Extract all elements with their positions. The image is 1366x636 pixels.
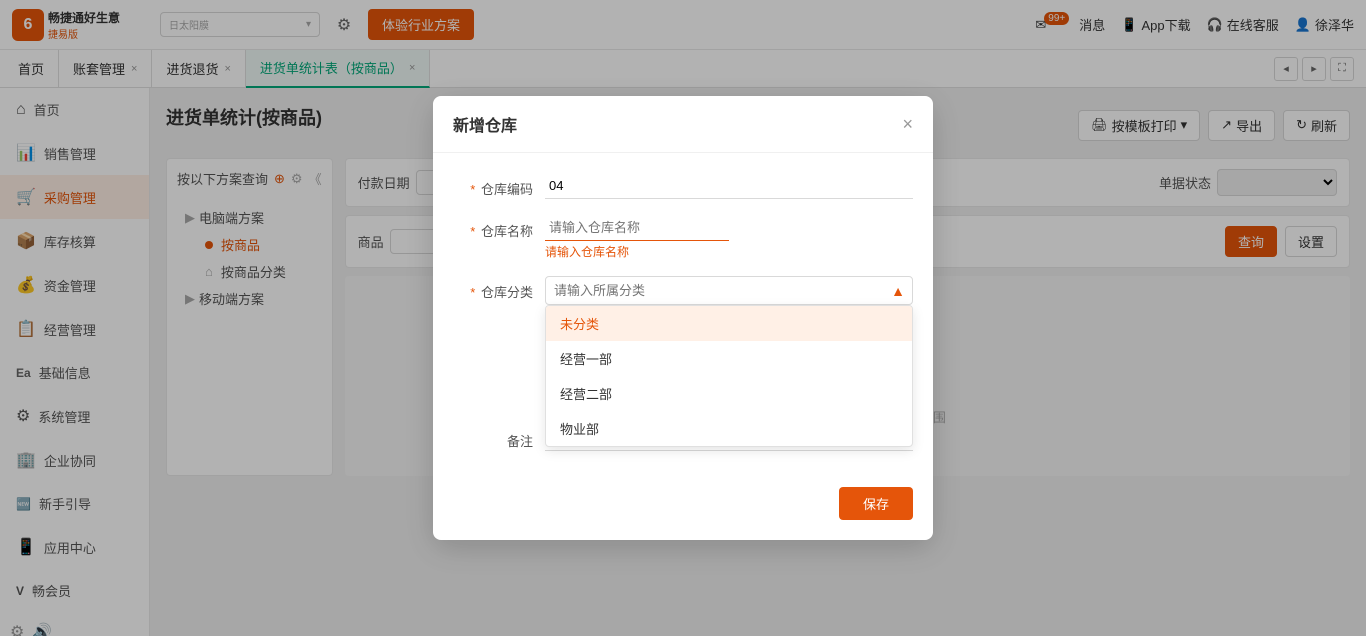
form-row-code: * 仓库编码 (453, 173, 913, 199)
name-label: * 仓库名称 (453, 215, 533, 240)
modal-title: 新增仓库 (453, 112, 517, 136)
category-dropdown: 未分类 经营一部 经营二部 物业部 (545, 305, 913, 447)
category-input[interactable] (545, 276, 913, 305)
name-error-msg: 请输入仓库名称 (545, 243, 913, 260)
save-button[interactable]: 保存 (839, 487, 913, 520)
category-select-wrap: ▲ 未分类 经营一部 经营二部 物业部 (545, 276, 913, 305)
category-label: * 仓库分类 (453, 276, 533, 301)
category-option-3[interactable]: 物业部 (546, 411, 912, 446)
modal-footer: 保存 (433, 479, 933, 540)
add-warehouse-modal: 新增仓库 × * 仓库编码 * 仓库名称 请输入仓库名称 (433, 96, 933, 540)
modal-header: 新增仓库 × (433, 96, 933, 153)
code-input[interactable] (545, 173, 913, 199)
form-row-name: * 仓库名称 请输入仓库名称 (453, 215, 913, 260)
modal-body: * 仓库编码 * 仓库名称 请输入仓库名称 * 仓库分类 (433, 153, 933, 479)
category-option-0[interactable]: 未分类 (546, 306, 912, 341)
category-option-2[interactable]: 经营二部 (546, 376, 912, 411)
form-row-category: * 仓库分类 ▲ 未分类 经营一部 经营二部 物业部 (453, 276, 913, 305)
notes-label: 备注 (453, 425, 533, 450)
modal-close-button[interactable]: × (902, 114, 913, 135)
category-option-1[interactable]: 经营一部 (546, 341, 912, 376)
name-input[interactable] (545, 215, 729, 241)
code-label: * 仓库编码 (453, 173, 533, 198)
